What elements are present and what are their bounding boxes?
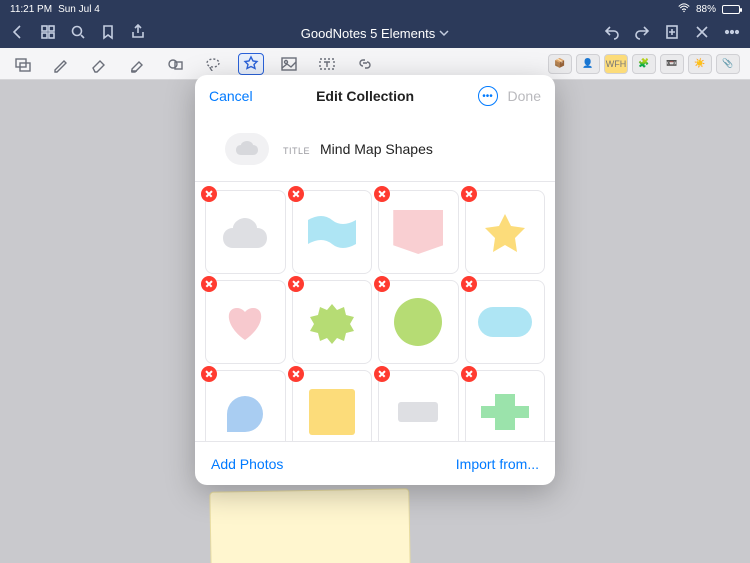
tool-eraser[interactable] <box>86 53 112 75</box>
delete-badge[interactable] <box>461 186 477 202</box>
shape-wave[interactable] <box>292 190 373 274</box>
sticker-chip[interactable]: WFH <box>604 54 628 74</box>
canvas[interactable]: Cancel Edit Collection ••• Done TITLE Mi… <box>0 80 750 563</box>
modal-backdrop: Cancel Edit Collection ••• Done TITLE Mi… <box>0 80 750 563</box>
status-time: 11:21 PM <box>10 4 52 15</box>
collection-title-row[interactable]: TITLE Mind Map Shapes <box>195 117 555 181</box>
grid-icon[interactable] <box>40 24 56 43</box>
shape-heart[interactable] <box>205 280 286 364</box>
share-icon[interactable] <box>130 24 146 43</box>
delete-badge[interactable] <box>288 186 304 202</box>
shape-rect[interactable] <box>378 370 459 441</box>
tool-link[interactable] <box>352 53 378 75</box>
collection-thumb <box>225 133 269 165</box>
shape-grid <box>195 182 555 441</box>
delete-badge[interactable] <box>201 366 217 382</box>
doc-title-text: GoodNotes 5 Elements <box>301 26 435 41</box>
tool-shape[interactable] <box>162 53 188 75</box>
shape-square[interactable] <box>292 370 373 441</box>
tool-highlighter[interactable] <box>124 53 150 75</box>
title-label: TITLE <box>283 146 310 156</box>
close-icon[interactable] <box>694 24 710 43</box>
sticker-chip[interactable]: 📼 <box>660 54 684 74</box>
sticker-tray: 📦 👤 WFH 🧩 📼 ☀️ 📎 <box>548 54 740 74</box>
more-icon[interactable] <box>724 24 740 43</box>
back-icon[interactable] <box>10 24 26 43</box>
doc-title[interactable]: GoodNotes 5 Elements <box>146 26 604 41</box>
add-page-icon[interactable] <box>664 24 680 43</box>
done-button[interactable]: Done <box>508 88 541 104</box>
delete-badge[interactable] <box>374 186 390 202</box>
delete-badge[interactable] <box>201 186 217 202</box>
shape-circle[interactable] <box>378 280 459 364</box>
shape-burst[interactable] <box>292 280 373 364</box>
delete-badge[interactable] <box>374 366 390 382</box>
shape-drop[interactable] <box>205 370 286 441</box>
delete-badge[interactable] <box>461 366 477 382</box>
delete-badge[interactable] <box>288 276 304 292</box>
delete-badge[interactable] <box>374 276 390 292</box>
tool-pen[interactable] <box>48 53 74 75</box>
shape-flag[interactable] <box>378 190 459 274</box>
add-photos-button[interactable]: Add Photos <box>211 456 283 472</box>
status-date: Sun Jul 4 <box>58 4 100 15</box>
tool-zoom[interactable] <box>10 53 36 75</box>
redo-icon[interactable] <box>634 24 650 43</box>
tool-image[interactable] <box>276 53 302 75</box>
modal-title: Edit Collection <box>253 88 478 104</box>
sticker-chip[interactable]: 📎 <box>716 54 740 74</box>
sticker-chip[interactable]: 🧩 <box>632 54 656 74</box>
more-options-button[interactable]: ••• <box>478 86 498 106</box>
tool-text[interactable] <box>314 53 340 75</box>
cancel-button[interactable]: Cancel <box>209 88 253 104</box>
tool-elements[interactable] <box>238 53 264 75</box>
sticker-chip[interactable]: 👤 <box>576 54 600 74</box>
search-icon[interactable] <box>70 24 86 43</box>
shape-star[interactable] <box>465 190 546 274</box>
bookmark-icon[interactable] <box>100 24 116 43</box>
nav-bar: GoodNotes 5 Elements <box>0 18 750 48</box>
delete-badge[interactable] <box>461 276 477 292</box>
sticker-chip[interactable]: 📦 <box>548 54 572 74</box>
tool-lasso[interactable] <box>200 53 226 75</box>
battery-pct: 88% <box>696 4 716 15</box>
chevron-down-icon <box>439 28 449 38</box>
status-bar: 11:21 PM Sun Jul 4 88% <box>0 0 750 18</box>
sticker-chip[interactable]: ☀️ <box>688 54 712 74</box>
title-value[interactable]: Mind Map Shapes <box>320 141 433 157</box>
undo-icon[interactable] <box>604 24 620 43</box>
delete-badge[interactable] <box>201 276 217 292</box>
delete-badge[interactable] <box>288 366 304 382</box>
edit-collection-modal: Cancel Edit Collection ••• Done TITLE Mi… <box>195 75 555 485</box>
wifi-icon <box>678 2 690 17</box>
import-from-button[interactable]: Import from... <box>456 456 539 472</box>
battery-icon <box>722 5 740 14</box>
shape-pill[interactable] <box>465 280 546 364</box>
shape-cross[interactable] <box>465 370 546 441</box>
shape-cloud[interactable] <box>205 190 286 274</box>
